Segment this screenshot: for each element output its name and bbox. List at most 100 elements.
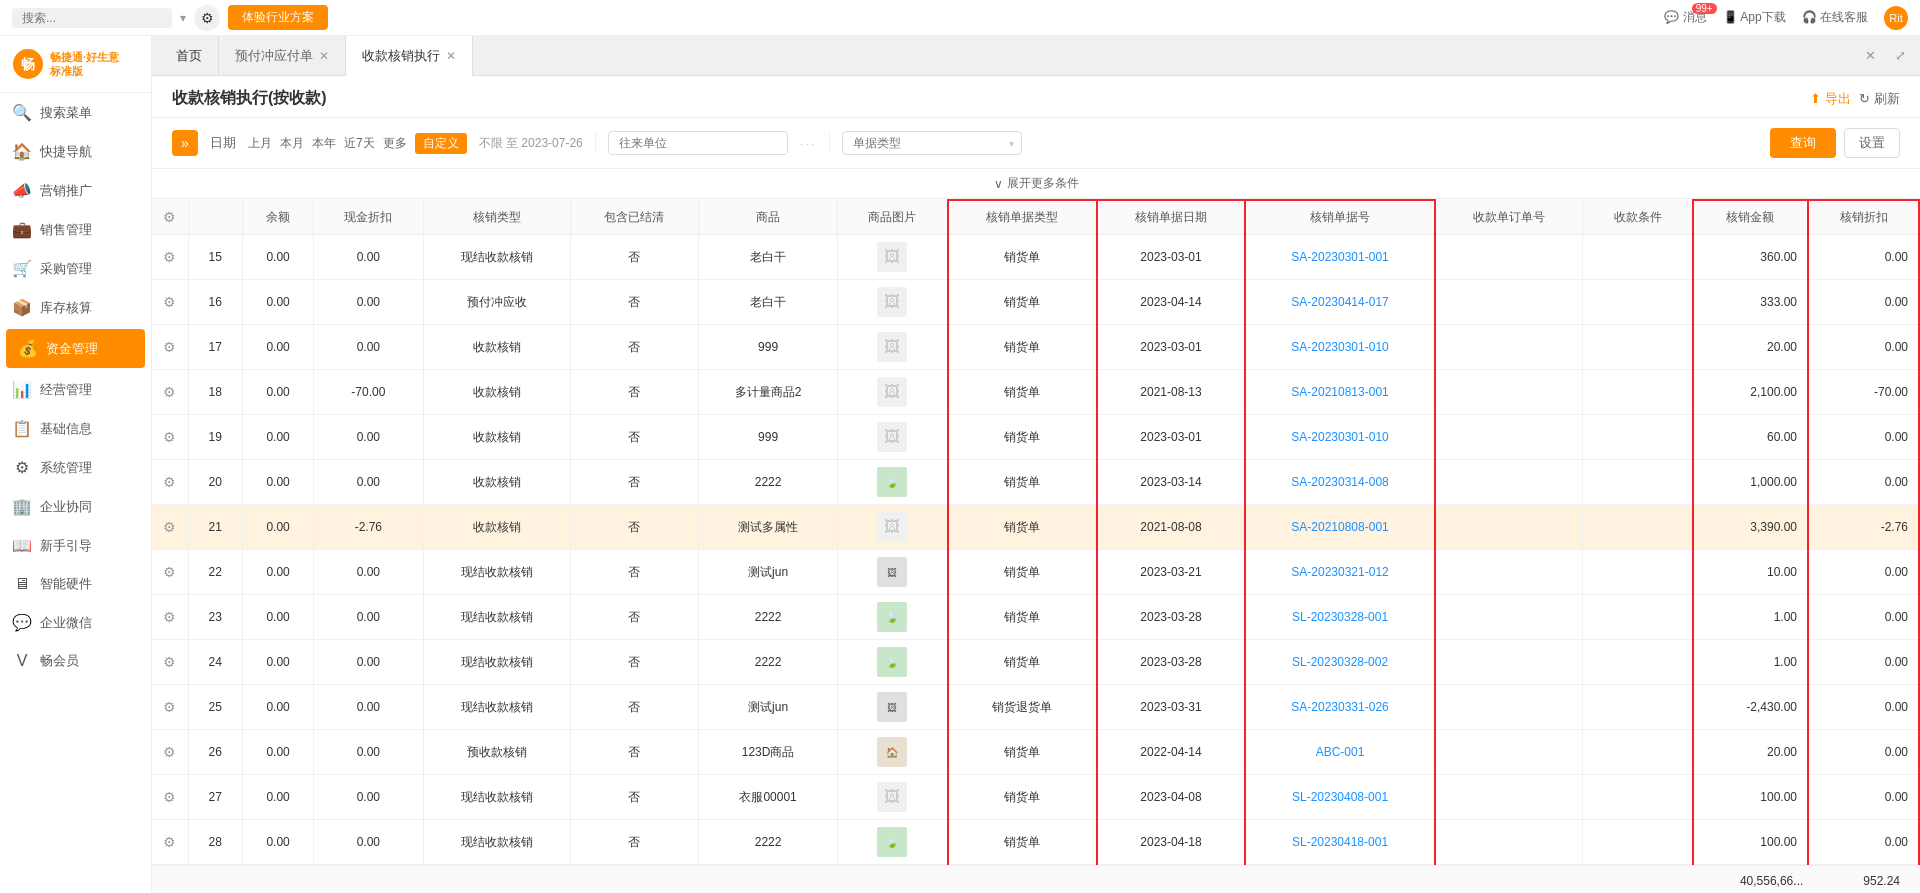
tab-prepay-close[interactable]: ✕ (319, 49, 329, 63)
date-opt-last-month[interactable]: 上月 (248, 135, 272, 152)
td-goods-img: 🍃 (838, 460, 948, 505)
counterpart-input[interactable] (608, 131, 788, 155)
td-voucher-type: 销货单 (948, 595, 1097, 640)
td-goods: 多计量商品2 (699, 370, 838, 415)
td-goods: 测试jun (699, 550, 838, 595)
td-balance: 0.00 (242, 595, 313, 640)
tab-home[interactable]: 首页 (160, 36, 219, 76)
td-writeoff-type: 预收款核销 (423, 730, 570, 775)
filter-setting-btn[interactable]: 设置 (1844, 128, 1900, 158)
voucher-no-link[interactable]: SA-20230321-012 (1291, 565, 1388, 579)
td-voucher-date: 2023-03-28 (1097, 640, 1246, 685)
settings-icon[interactable]: ⚙ (163, 609, 176, 625)
td-voucher-date: 2023-03-14 (1097, 460, 1246, 505)
td-writeoff-discount: 0.00 (1808, 595, 1919, 640)
sidebar-item-corp[interactable]: 🏢企业协同 (0, 487, 151, 526)
sidebar-item-wechat[interactable]: 💬企业微信 (0, 603, 151, 642)
expand-more-btn[interactable]: ∨ 展开更多条件 (994, 175, 1079, 192)
refresh-btn[interactable]: ↻ 刷新 (1859, 90, 1900, 108)
settings-icon[interactable]: ⚙ (163, 384, 176, 400)
settings-icon[interactable]: ⚙ (163, 429, 176, 445)
sidebar-item-hardware[interactable]: 🖥智能硬件 (0, 565, 151, 603)
close-window-btn[interactable]: ✕ (1858, 44, 1882, 68)
tab-prepay[interactable]: 预付冲应付单 ✕ (219, 36, 346, 76)
user-avatar[interactable]: Rit (1884, 6, 1908, 30)
export-btn[interactable]: ⬆ 导出 (1810, 90, 1851, 108)
sidebar-item-marketing[interactable]: 📣营销推广 (0, 171, 151, 210)
settings-icon[interactable]: ⚙ (163, 789, 176, 805)
voucher-type-select[interactable] (842, 131, 1022, 155)
td-receipt-condition (1583, 235, 1693, 280)
query-btn[interactable]: 查询 (1770, 128, 1836, 158)
filter-query-row: 查询 设置 (1770, 128, 1900, 158)
th-receipt-order-no: 收款单订单号 (1435, 200, 1583, 235)
sidebar-item-operation[interactable]: 📊经营管理 (0, 370, 151, 409)
voucher-no-link[interactable]: SL-20230418-001 (1292, 835, 1388, 849)
voucher-no-link[interactable]: SA-20230314-008 (1291, 475, 1388, 489)
td-voucher-type: 销货单 (948, 775, 1097, 820)
sidebar-item-purchase[interactable]: 🛒采购管理 (0, 249, 151, 288)
settings-icon[interactable]: ⚙ (163, 564, 176, 580)
td-writeoff-discount: 0.00 (1808, 415, 1919, 460)
settings-icon[interactable]: ⚙ (163, 834, 176, 850)
app-download-btn[interactable]: 📱 App下载 (1723, 9, 1786, 26)
td-writeoff-amount: 2,100.00 (1693, 370, 1808, 415)
voucher-no-link[interactable]: SA-20230331-026 (1291, 700, 1388, 714)
maximize-window-btn[interactable]: ⤢ (1888, 44, 1912, 68)
main-layout: 畅 畅捷通·好生意标准版 🔍搜索菜单🏠快捷导航📣营销推广💼销售管理🛒采购管理📦库… (0, 36, 1920, 893)
settings-icon[interactable]: ⚙ (163, 294, 176, 310)
voucher-no-link[interactable]: SA-20210808-001 (1291, 520, 1388, 534)
sidebar-item-inventory[interactable]: 📦库存核算 (0, 288, 151, 327)
td-voucher-no: SL-20230328-002 (1245, 640, 1434, 685)
td-writeoff-amount: 1.00 (1693, 640, 1808, 685)
td-voucher-no: SA-20230301-010 (1245, 325, 1434, 370)
td-seq: 24 (188, 640, 242, 685)
voucher-no-link[interactable]: ABC-001 (1316, 745, 1365, 759)
sidebar-item-member[interactable]: V畅会员 (0, 642, 151, 680)
settings-gear-btn[interactable]: ⚙ (194, 5, 220, 31)
settings-icon[interactable]: ⚙ (163, 519, 176, 535)
th-settings[interactable]: ⚙ (152, 200, 188, 235)
table-row: ⚙ 27 0.00 0.00 现结收款核销 否 衣服00001 🖼 销货单 20… (152, 775, 1919, 820)
voucher-no-link[interactable]: SA-20230301-010 (1291, 340, 1388, 354)
settings-icon[interactable]: ⚙ (163, 249, 176, 265)
td-writeoff-amount: 100.00 (1693, 820, 1808, 865)
sidebar-item-finance[interactable]: 💰资金管理 (6, 329, 145, 368)
sidebar-item-basic[interactable]: 📋基础信息 (0, 409, 151, 448)
filter-expand-btn[interactable]: » (172, 130, 198, 156)
sidebar-item-system[interactable]: ⚙系统管理 (0, 448, 151, 487)
td-writeoff-amount: 20.00 (1693, 325, 1808, 370)
sidebar-label-system: 系统管理 (40, 459, 92, 477)
settings-icon[interactable]: ⚙ (163, 339, 176, 355)
td-writeoff-discount: 0.00 (1808, 820, 1919, 865)
td-balance: 0.00 (242, 325, 313, 370)
sidebar-item-guide[interactable]: 📖新手引导 (0, 526, 151, 565)
trial-btn[interactable]: 体验行业方案 (228, 5, 328, 30)
tab-collection[interactable]: 收款核销执行 ✕ (346, 36, 473, 76)
voucher-no-link[interactable]: SL-20230328-002 (1292, 655, 1388, 669)
voucher-no-link[interactable]: SL-20230408-001 (1292, 790, 1388, 804)
sidebar-item-sales[interactable]: 💼销售管理 (0, 210, 151, 249)
date-opt-more[interactable]: 更多 (383, 135, 407, 152)
date-opt-this-year[interactable]: 本年 (312, 135, 336, 152)
online-service-btn[interactable]: 🎧 在线客服 (1802, 9, 1868, 26)
date-opt-this-month[interactable]: 本月 (280, 135, 304, 152)
td-voucher-no: ABC-001 (1245, 730, 1434, 775)
settings-icon[interactable]: ⚙ (163, 654, 176, 670)
voucher-no-link[interactable]: SA-20230301-001 (1291, 250, 1388, 264)
top-search-input[interactable] (12, 8, 172, 28)
voucher-no-link[interactable]: SA-20230301-010 (1291, 430, 1388, 444)
settings-icon[interactable]: ⚙ (163, 474, 176, 490)
date-opt-7days[interactable]: 近7天 (344, 135, 375, 152)
voucher-no-link[interactable]: SL-20230328-001 (1292, 610, 1388, 624)
dropdown-arrow[interactable]: ▾ (180, 11, 186, 25)
voucher-no-link[interactable]: SA-20210813-001 (1291, 385, 1388, 399)
settings-icon[interactable]: ⚙ (163, 744, 176, 760)
settings-icon[interactable]: ⚙ (163, 699, 176, 715)
sidebar-item-search[interactable]: 🔍搜索菜单 (0, 93, 151, 132)
message-btn[interactable]: 💬 消息 99+ (1664, 9, 1706, 26)
tab-collection-close[interactable]: ✕ (446, 49, 456, 63)
sidebar-item-nav[interactable]: 🏠快捷导航 (0, 132, 151, 171)
voucher-no-link[interactable]: SA-20230414-017 (1291, 295, 1388, 309)
date-opt-custom[interactable]: 自定义 (415, 133, 467, 154)
